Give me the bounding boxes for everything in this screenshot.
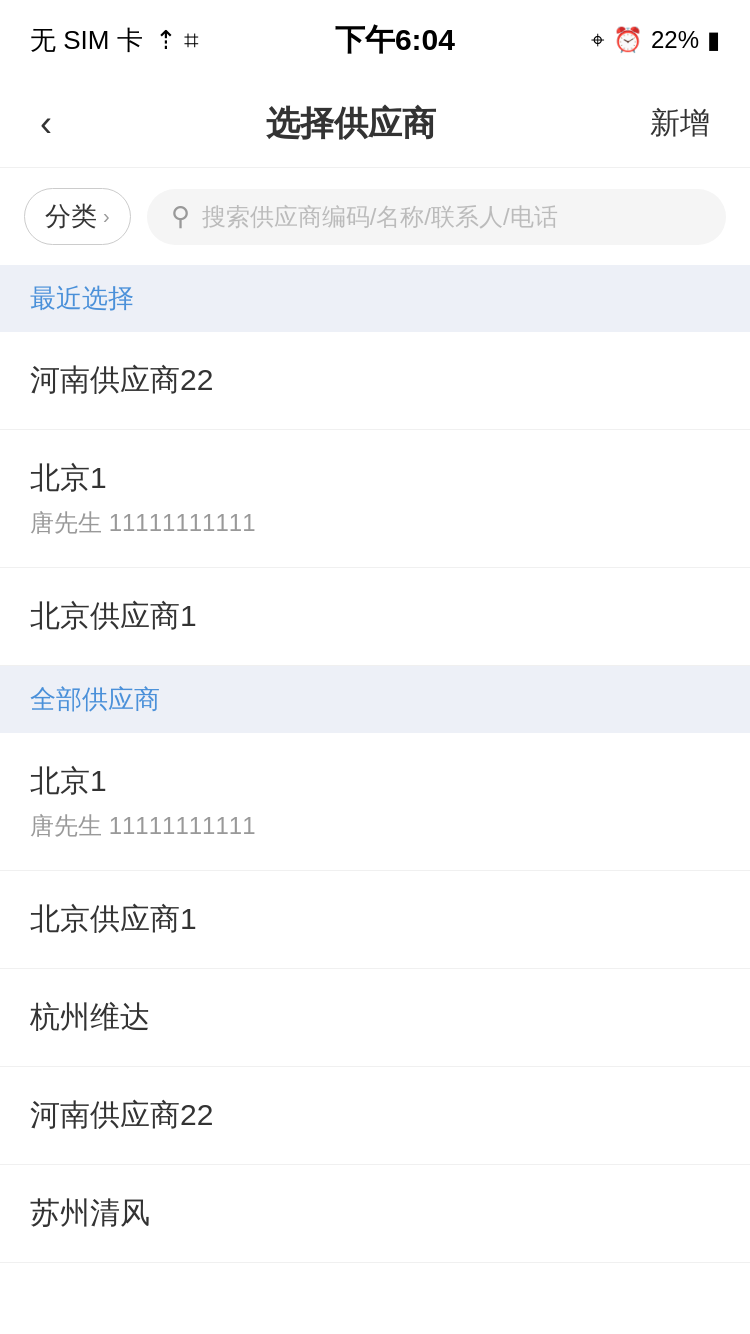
status-left: 无 SIM 卡 ⇡ ⌗ bbox=[30, 23, 199, 58]
filter-bar: 分类 › ⚲ 搜索供应商编码/名称/联系人/电话 bbox=[0, 168, 750, 265]
location-icon: ⌖ bbox=[591, 26, 605, 54]
search-icon: ⚲ bbox=[171, 201, 190, 232]
alarm-icon: ⏰ bbox=[613, 26, 643, 54]
all-item-name-2: 杭州维达 bbox=[30, 997, 720, 1038]
sim-status: 无 SIM 卡 bbox=[30, 23, 143, 58]
all-item-1[interactable]: 北京供应商1 bbox=[0, 871, 750, 969]
all-item-name-4: 苏州清风 bbox=[30, 1193, 720, 1234]
all-item-name-1: 北京供应商1 bbox=[30, 899, 720, 940]
recent-section-header: 最近选择 bbox=[0, 265, 750, 332]
status-right: ⌖ ⏰ 22% ▮ bbox=[591, 26, 720, 54]
all-item-name-3: 河南供应商22 bbox=[30, 1095, 720, 1136]
new-action-button[interactable]: 新增 bbox=[640, 93, 720, 154]
battery-status: 22% bbox=[651, 26, 699, 54]
search-box[interactable]: ⚲ 搜索供应商编码/名称/联系人/电话 bbox=[147, 189, 726, 245]
category-label: 分类 bbox=[45, 199, 97, 234]
battery-icon: ▮ bbox=[707, 26, 720, 54]
recent-item-sub-1: 唐先生 11111111111 bbox=[30, 507, 720, 539]
wifi-icon: ⇡ ⌗ bbox=[155, 25, 199, 56]
all-item-name-0: 北京1 bbox=[30, 761, 720, 802]
recent-item-0[interactable]: 河南供应商22 bbox=[0, 332, 750, 430]
all-item-sub-0: 唐先生 11111111111 bbox=[30, 810, 720, 842]
all-items-list: 北京1 唐先生 11111111111 北京供应商1 杭州维达 河南供应商22 … bbox=[0, 733, 750, 1263]
status-time: 下午6:04 bbox=[335, 20, 455, 61]
all-item-4[interactable]: 苏州清风 bbox=[0, 1165, 750, 1263]
recent-section-label: 最近选择 bbox=[30, 283, 134, 313]
all-item-0[interactable]: 北京1 唐先生 11111111111 bbox=[0, 733, 750, 871]
chevron-right-icon: › bbox=[103, 205, 110, 228]
recent-item-2[interactable]: 北京供应商1 bbox=[0, 568, 750, 666]
all-section-label: 全部供应商 bbox=[30, 684, 160, 714]
all-section-header: 全部供应商 bbox=[0, 666, 750, 733]
search-placeholder: 搜索供应商编码/名称/联系人/电话 bbox=[202, 201, 558, 233]
all-item-3[interactable]: 河南供应商22 bbox=[0, 1067, 750, 1165]
back-button[interactable]: ‹ bbox=[30, 93, 62, 155]
status-bar: 无 SIM 卡 ⇡ ⌗ 下午6:04 ⌖ ⏰ 22% ▮ bbox=[0, 0, 750, 80]
category-filter-button[interactable]: 分类 › bbox=[24, 188, 131, 245]
recent-item-name-1: 北京1 bbox=[30, 458, 720, 499]
recent-item-name-0: 河南供应商22 bbox=[30, 360, 720, 401]
recent-item-name-2: 北京供应商1 bbox=[30, 596, 720, 637]
all-item-2[interactable]: 杭州维达 bbox=[0, 969, 750, 1067]
recent-items-list: 河南供应商22 北京1 唐先生 11111111111 北京供应商1 bbox=[0, 332, 750, 666]
page-title: 选择供应商 bbox=[266, 101, 436, 147]
recent-item-1[interactable]: 北京1 唐先生 11111111111 bbox=[0, 430, 750, 568]
nav-bar: ‹ 选择供应商 新增 bbox=[0, 80, 750, 168]
